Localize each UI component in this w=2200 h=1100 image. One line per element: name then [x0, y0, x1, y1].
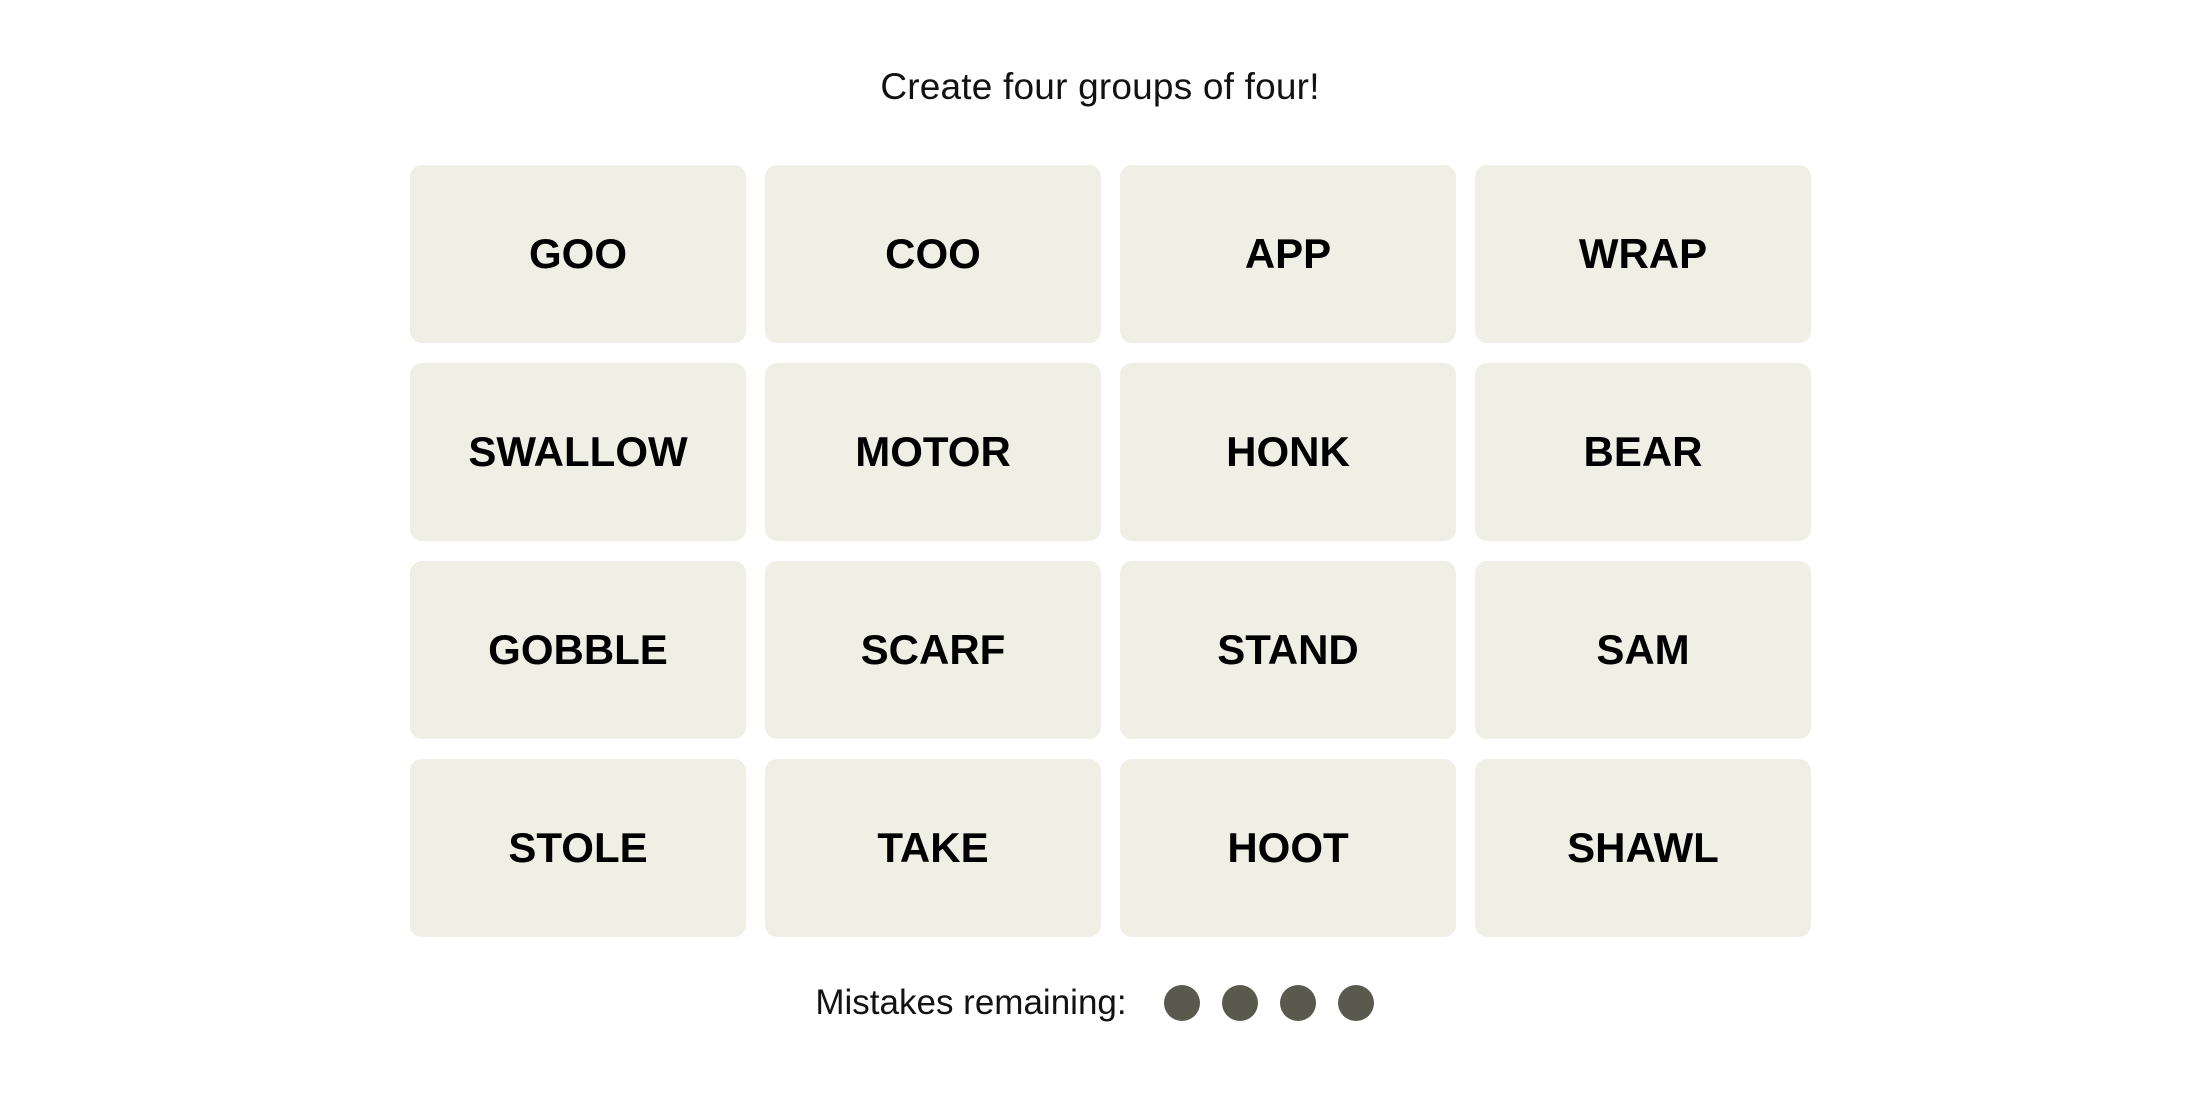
word-tile[interactable]: BEAR	[1475, 363, 1811, 541]
mistake-dot-icon	[1279, 985, 1316, 1021]
mistakes-label: Mistakes remaining:	[815, 983, 1127, 1022]
word-tile[interactable]: HOOT	[1120, 759, 1456, 937]
mistake-dot-icon	[1337, 985, 1374, 1021]
mistakes-remaining: Mistakes remaining:	[0, 983, 2200, 1023]
mistake-dots	[1153, 985, 1385, 1021]
word-tile[interactable]: STAND	[1120, 561, 1456, 739]
word-tile[interactable]: GOBBLE	[410, 561, 746, 739]
instructions-heading: Create four groups of four!	[880, 66, 1320, 107]
word-tile[interactable]: SWALLOW	[410, 363, 746, 541]
mistake-dot-icon	[1163, 985, 1200, 1021]
word-tile[interactable]: WRAP	[1475, 165, 1811, 343]
word-tile[interactable]: SCARF	[765, 561, 1101, 739]
word-tile[interactable]: COO	[765, 165, 1101, 343]
word-tile[interactable]: MOTOR	[765, 363, 1101, 541]
word-tile[interactable]: STOLE	[410, 759, 746, 937]
word-tile[interactable]: TAKE	[765, 759, 1101, 937]
word-tile[interactable]: GOO	[410, 165, 746, 343]
word-tile[interactable]: SAM	[1475, 561, 1811, 739]
mistake-dot-icon	[1221, 985, 1258, 1021]
word-grid: GOO COO APP WRAP SWALLOW MOTOR HONK BEAR…	[410, 165, 1811, 937]
word-tile[interactable]: APP	[1120, 165, 1456, 343]
word-tile[interactable]: HONK	[1120, 363, 1456, 541]
word-tile[interactable]: SHAWL	[1475, 759, 1811, 937]
